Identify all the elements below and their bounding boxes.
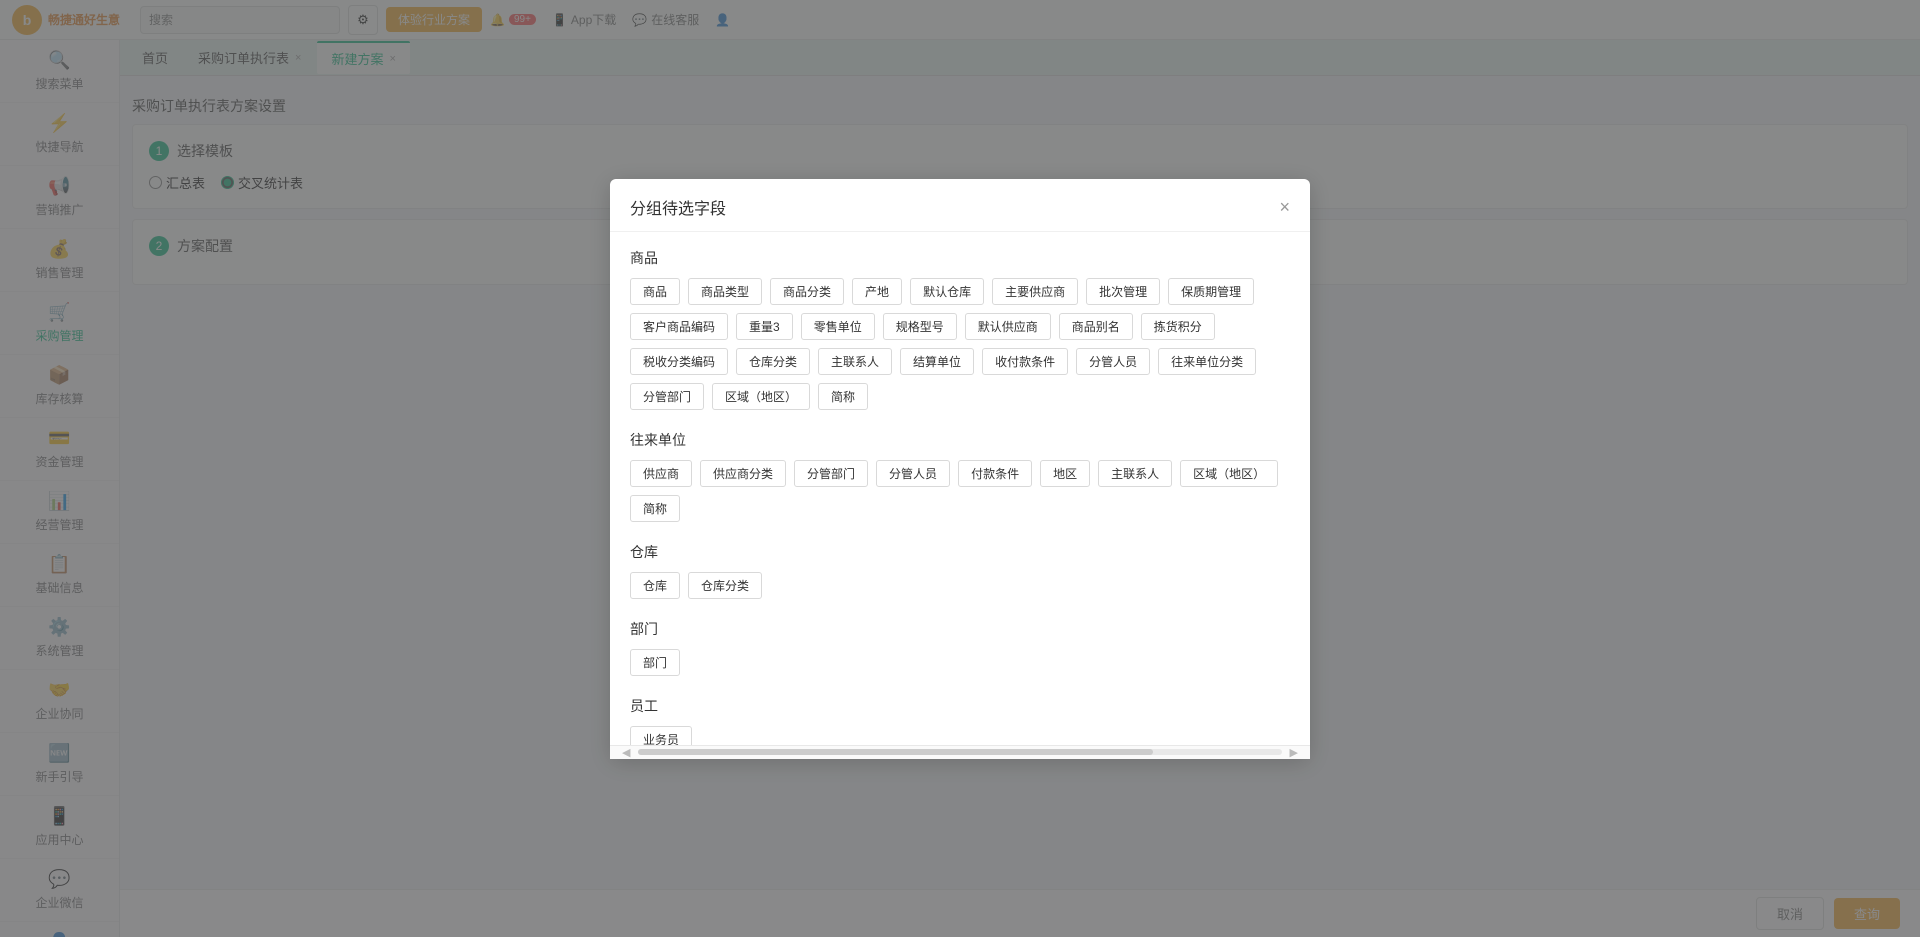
field-tags-department: 部门	[630, 649, 1290, 676]
hscroll-thumb	[638, 749, 1152, 755]
field-tag-goods-6[interactable]: 批次管理	[1086, 278, 1160, 305]
field-tag-goods-15[interactable]: 税收分类编码	[630, 348, 728, 375]
field-tag-partner-0[interactable]: 供应商	[630, 460, 692, 487]
field-tag-partner-1[interactable]: 供应商分类	[700, 460, 786, 487]
modal-hscroll-bar: ◀ ▶	[610, 745, 1310, 759]
field-group-goods: 商品 商品 商品类型 商品分类 产地 默认仓库 主要供应商 批次管理 保质期管理…	[630, 248, 1290, 410]
field-tag-goods-11[interactable]: 规格型号	[883, 313, 957, 340]
hscroll-track[interactable]	[638, 749, 1281, 755]
field-tag-warehouse-0[interactable]: 仓库	[630, 572, 680, 599]
field-tag-goods-22[interactable]: 分管部门	[630, 383, 704, 410]
field-group-partner: 往来单位 供应商 供应商分类 分管部门 分管人员 付款条件 地区 主联系人 区域…	[630, 430, 1290, 522]
field-tag-goods-5[interactable]: 主要供应商	[992, 278, 1078, 305]
field-tag-partner-2[interactable]: 分管部门	[794, 460, 868, 487]
modal-overlay: 分组待选字段 × 商品 商品 商品类型 商品分类 产地 默认仓库 主要供应商 批…	[0, 0, 1920, 937]
modal-title: 分组待选字段	[630, 195, 726, 219]
field-tag-goods-21[interactable]: 往来单位分类	[1158, 348, 1256, 375]
field-tag-dept-0[interactable]: 部门	[630, 649, 680, 676]
field-group-partner-title: 往来单位	[630, 430, 1290, 450]
field-tag-partner-3[interactable]: 分管人员	[876, 460, 950, 487]
field-tag-goods-17[interactable]: 主联系人	[818, 348, 892, 375]
field-tag-goods-4[interactable]: 默认仓库	[910, 278, 984, 305]
field-group-employee: 员工 业务员	[630, 696, 1290, 745]
field-tag-goods-12[interactable]: 默认供应商	[965, 313, 1051, 340]
field-tag-partner-5[interactable]: 地区	[1040, 460, 1090, 487]
field-tags-warehouse: 仓库 仓库分类	[630, 572, 1290, 599]
field-group-department: 部门 部门	[630, 619, 1290, 676]
field-group-warehouse: 仓库 仓库 仓库分类	[630, 542, 1290, 599]
field-tag-goods-2[interactable]: 商品分类	[770, 278, 844, 305]
field-tag-goods-23[interactable]: 区域（地区）	[712, 383, 810, 410]
field-tag-employee-0[interactable]: 业务员	[630, 726, 692, 745]
field-tag-goods-24[interactable]: 简称	[818, 383, 868, 410]
field-tag-partner-7[interactable]: 区域（地区）	[1180, 460, 1278, 487]
field-group-warehouse-title: 仓库	[630, 542, 1290, 562]
field-tags-partner: 供应商 供应商分类 分管部门 分管人员 付款条件 地区 主联系人 区域（地区） …	[630, 460, 1290, 522]
field-group-employee-title: 员工	[630, 696, 1290, 716]
field-tag-partner-6[interactable]: 主联系人	[1098, 460, 1172, 487]
modal-close-button[interactable]: ×	[1279, 198, 1290, 216]
field-tag-warehouse-1[interactable]: 仓库分类	[688, 572, 762, 599]
field-tag-goods-19[interactable]: 收付款条件	[982, 348, 1068, 375]
field-tag-goods-10[interactable]: 零售单位	[801, 313, 875, 340]
field-tag-goods-9[interactable]: 重量3	[736, 313, 793, 340]
field-tag-goods-8[interactable]: 客户商品编码	[630, 313, 728, 340]
field-tag-goods-7[interactable]: 保质期管理	[1168, 278, 1254, 305]
modal-dialog: 分组待选字段 × 商品 商品 商品类型 商品分类 产地 默认仓库 主要供应商 批…	[610, 179, 1310, 759]
scroll-right-arrow[interactable]: ▶	[1290, 746, 1298, 759]
modal-body: 商品 商品 商品类型 商品分类 产地 默认仓库 主要供应商 批次管理 保质期管理…	[610, 232, 1310, 745]
field-group-department-title: 部门	[630, 619, 1290, 639]
field-tag-partner-8[interactable]: 简称	[630, 495, 680, 522]
field-tag-goods-16[interactable]: 仓库分类	[736, 348, 810, 375]
field-tag-goods-0[interactable]: 商品	[630, 278, 680, 305]
scroll-left-arrow[interactable]: ◀	[622, 746, 630, 759]
field-tag-goods-20[interactable]: 分管人员	[1076, 348, 1150, 375]
field-tag-goods-13[interactable]: 商品别名	[1059, 313, 1133, 340]
field-tags-employee: 业务员	[630, 726, 1290, 745]
field-tags-goods: 商品 商品类型 商品分类 产地 默认仓库 主要供应商 批次管理 保质期管理 客户…	[630, 278, 1290, 410]
field-tag-goods-14[interactable]: 拣货积分	[1141, 313, 1215, 340]
field-tag-partner-4[interactable]: 付款条件	[958, 460, 1032, 487]
modal-header: 分组待选字段 ×	[610, 179, 1310, 232]
field-tag-goods-1[interactable]: 商品类型	[688, 278, 762, 305]
field-tag-goods-18[interactable]: 结算单位	[900, 348, 974, 375]
field-tag-goods-3[interactable]: 产地	[852, 278, 902, 305]
field-group-goods-title: 商品	[630, 248, 1290, 268]
